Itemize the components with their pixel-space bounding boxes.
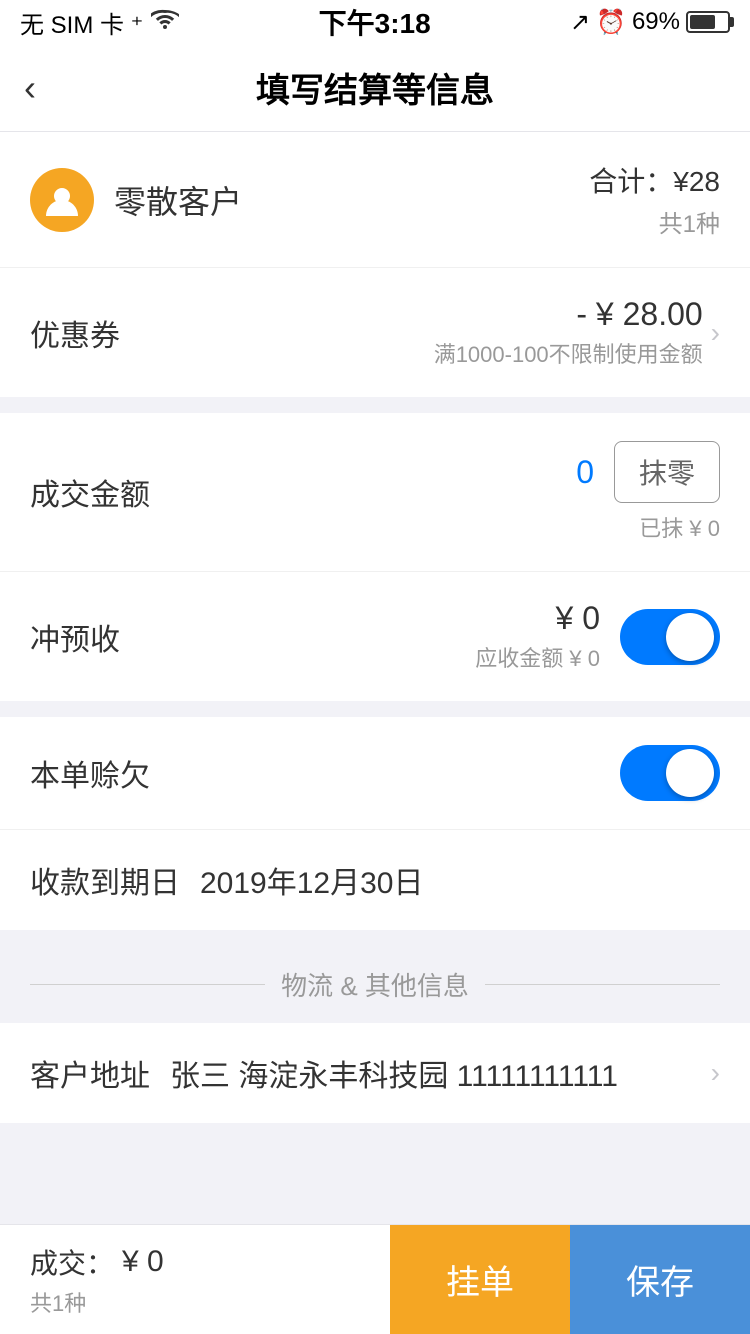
coupon-chevron-icon: › [711,317,720,349]
transaction-value-input[interactable] [514,454,594,491]
address-chevron-icon: › [711,1057,720,1089]
debt-row: 本单赊欠 [0,717,750,829]
avatar [30,168,94,232]
already-text: 已抹 ¥ 0 [639,511,720,543]
round-zero-button[interactable]: 抹零 [614,441,720,503]
content: 零散客户 合计：¥28 共1种 优惠券 - ¥ 28.00 满1000-100不… [0,132,750,1259]
prepay-toggle-knob [666,613,714,661]
prepay-receivable: 应收金额 ¥ 0 [475,641,600,673]
debt-toggle[interactable] [620,745,720,801]
logistics-section-label: 物流 & 其他信息 [0,946,750,1023]
transaction-row: 成交金额 抹零 已抹 ¥ 0 [0,413,750,572]
bottom-info: 成交： ¥ 0 共1种 [0,1242,390,1318]
prepay-row: 冲预收 ¥ 0 应收金额 ¥ 0 [0,572,750,701]
label-line-left [30,984,265,985]
back-button[interactable]: ‹ [24,67,36,109]
status-left: 无 SIM 卡 ⁺ [20,5,179,40]
bottom-bar: 成交： ¥ 0 共1种 挂单 保存 [0,1224,750,1334]
total-amount: 合计：¥28 [589,160,720,200]
address-value: 张三 海淀永丰科技园 11111111111 [170,1051,618,1095]
debt-label: 本单赊欠 [30,751,150,795]
prepay-label: 冲预收 [30,615,120,659]
location-icon: ↗ [570,8,590,37]
debt-toggle-wrap [620,745,720,801]
coupon-right: - ¥ 28.00 满1000-100不限制使用金额 › [434,296,720,369]
alarm-icon: ⏰ [596,8,626,37]
coupon-desc: 满1000-100不限制使用金额 [434,337,703,369]
debt-toggle-knob [666,749,714,797]
status-right: ↗ ⏰ 69% [570,8,730,37]
status-bar: 无 SIM 卡 ⁺ 下午3:18 ↗ ⏰ 69% [0,0,750,44]
coupon-row[interactable]: 优惠券 - ¥ 28.00 满1000-100不限制使用金额 › [0,267,750,397]
prepay-right: ¥ 0 应收金额 ¥ 0 [475,600,600,673]
customer-row: 零散客户 合计：¥28 共1种 [0,132,750,267]
label-line-right [485,984,720,985]
customer-card: 零散客户 合计：¥28 共1种 优惠券 - ¥ 28.00 满1000-100不… [0,132,750,397]
bottom-deal-label: 成交： [30,1242,114,1282]
address-content: 客户地址 张三 海淀永丰科技园 11111111111 [30,1051,618,1095]
debt-card: 本单赊欠 收款到期日 2019年12月30日 [0,717,750,930]
save-button[interactable]: 保存 [570,1225,750,1334]
transaction-right: 抹零 [514,441,720,503]
wifi-icon [151,8,179,36]
due-date-value: 2019年12月30日 [200,858,423,902]
battery-icon [686,11,730,33]
address-card: 客户地址 张三 海淀永丰科技园 11111111111 › [0,1023,750,1123]
logistics-label-text: 物流 & 其他信息 [281,966,469,1003]
customer-name: 零散客户 [114,177,242,223]
page-title: 填写结算等信息 [256,63,494,112]
bottom-deal: 成交： ¥ 0 [30,1242,360,1282]
nav-bar: ‹ 填写结算等信息 [0,44,750,132]
prepay-amount: ¥ 0 [475,600,600,637]
coupon-label: 优惠券 [30,311,120,355]
due-row: 收款到期日 2019年12月30日 [0,829,750,930]
address-label: 客户地址 [30,1051,150,1095]
prepay-toggle-wrap [620,609,720,665]
battery-percent: 69% [632,8,680,36]
transaction-card: 成交金额 抹零 已抹 ¥ 0 冲预收 ¥ 0 应收金额 ¥ 0 [0,413,750,701]
transaction-label: 成交金额 [30,470,150,514]
status-time: 下午3:18 [319,2,431,42]
hold-button[interactable]: 挂单 [390,1225,570,1334]
total-count: 共1种 [589,204,720,239]
customer-right: 合计：¥28 共1种 [589,160,720,239]
bottom-deal-amount: ¥ 0 [122,1245,164,1279]
due-label: 收款到期日 [30,858,180,902]
address-row[interactable]: 客户地址 张三 海淀永丰科技园 11111111111 › [0,1023,750,1123]
coupon-amount: - ¥ 28.00 [434,296,703,333]
customer-left: 零散客户 [30,168,242,232]
prepay-toggle[interactable] [620,609,720,665]
bottom-count: 共1种 [30,1286,360,1318]
sim-label: 无 SIM 卡 ⁺ [20,5,143,40]
